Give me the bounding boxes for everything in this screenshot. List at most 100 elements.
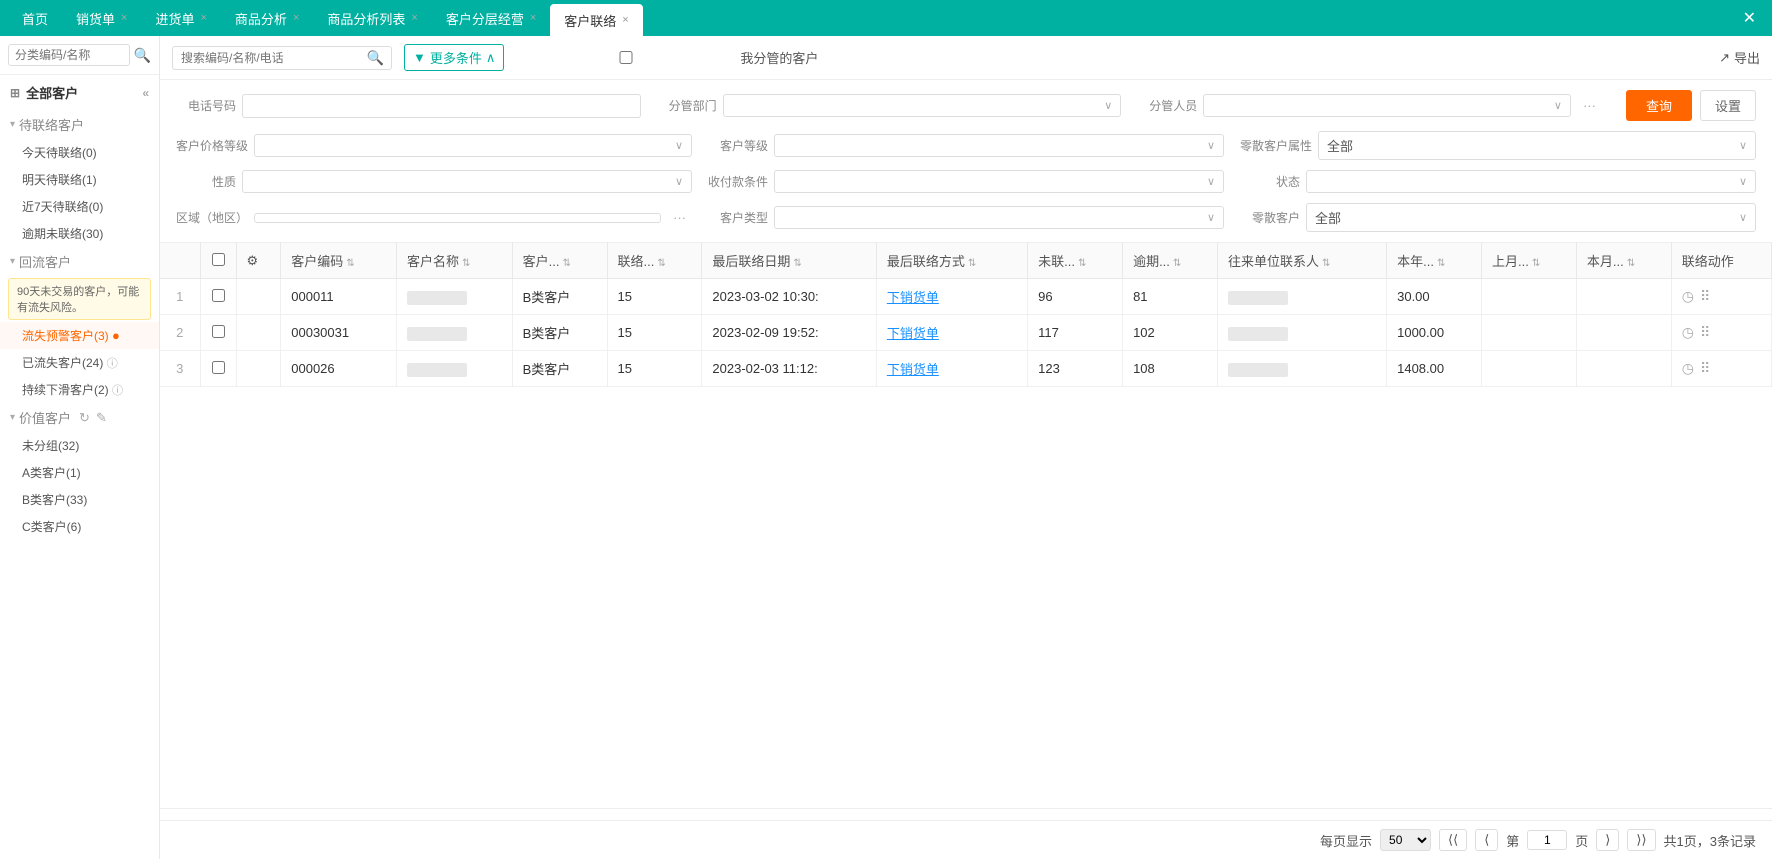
row-last-contact-method[interactable]: 下销货单 — [876, 315, 1027, 351]
my-customers-checkbox[interactable] — [516, 51, 736, 64]
col-last-contact-method[interactable]: 最后联络方式⇅ — [876, 243, 1027, 279]
page-number-input[interactable] — [1527, 830, 1567, 850]
more-conditions-button[interactable]: ▼ 更多条件 ∧ — [404, 44, 504, 71]
tab-sales[interactable]: 销货单 × — [62, 0, 141, 36]
next-page-button[interactable]: ⟩ — [1596, 829, 1619, 851]
col-action: 联络动作 — [1671, 243, 1771, 279]
sidebar-item-ungroup[interactable]: 未分组(32) — [0, 432, 159, 459]
tab-home[interactable]: 首页 — [8, 0, 62, 36]
search-icon[interactable]: 🔍 — [367, 49, 384, 66]
status-select[interactable]: ∨ — [1306, 170, 1756, 193]
zero-attr-select[interactable]: 全部 ∨ — [1318, 131, 1756, 160]
contact-icon[interactable]: ◷ — [1682, 360, 1694, 377]
tab-sales-close[interactable]: × — [121, 12, 127, 24]
prev-page-button[interactable]: ⟨ — [1475, 829, 1498, 851]
setting-button[interactable]: 设置 — [1700, 90, 1756, 121]
row-checkbox[interactable] — [212, 361, 225, 374]
contact-icon[interactable]: ◷ — [1682, 324, 1694, 341]
tab-customer-contact-close[interactable]: × — [622, 14, 628, 26]
col-this-year[interactable]: 本年...⇅ — [1387, 243, 1482, 279]
more-action-icon[interactable]: ⠿ — [1700, 360, 1710, 377]
sidebar-collapse-icon[interactable]: « — [142, 86, 149, 100]
region-select[interactable] — [254, 213, 661, 223]
settings-icon[interactable]: ⚙ — [247, 253, 259, 268]
tab-analysis-list-close[interactable]: × — [411, 12, 417, 24]
export-icon: ↗ — [1719, 50, 1730, 66]
sidebar-item-7days[interactable]: 近7天待联络(0) — [0, 193, 159, 220]
tab-analysis-list[interactable]: 商品分析列表 × — [313, 0, 431, 36]
row-action: ◷ ⠿ — [1671, 315, 1771, 351]
select-all-checkbox[interactable] — [212, 253, 225, 266]
last-page-button[interactable]: ⟩⟩ — [1627, 829, 1655, 851]
customer-type-select[interactable]: ∨ — [774, 206, 1224, 229]
page-size-select[interactable]: 50 100 200 — [1380, 829, 1431, 851]
col-this-month[interactable]: 本月...⇅ — [1576, 243, 1671, 279]
col-overdue[interactable]: 逾期...⇅ — [1123, 243, 1218, 279]
query-button[interactable]: 查询 — [1626, 90, 1692, 121]
tab-analysis-close[interactable]: × — [293, 12, 299, 24]
sidebar-root-label: 全部客户 — [26, 83, 78, 102]
tab-purchase-close[interactable]: × — [200, 12, 206, 24]
customer-level-arrow: ∨ — [1207, 139, 1215, 152]
nature-select[interactable]: ∨ — [242, 170, 692, 193]
horizontal-scrollbar[interactable] — [160, 808, 1772, 820]
customer-level-select[interactable]: ∨ — [774, 134, 1224, 157]
tab-customer-tier[interactable]: 客户分层经营 × — [432, 0, 550, 36]
col-settings[interactable]: ⚙ — [236, 243, 281, 279]
person-arrow-icon: ∨ — [1554, 99, 1562, 112]
export-button[interactable]: ↗ 导出 — [1719, 48, 1760, 67]
col-not-contact[interactable]: 未联...⇅ — [1028, 243, 1123, 279]
col-code[interactable]: 客户编码⇅ — [281, 243, 397, 279]
sidebar-item-a-class[interactable]: A类客户(1) — [0, 459, 159, 486]
sidebar-search-icon[interactable]: 🔍 — [134, 47, 151, 64]
sidebar-item-churn-warning[interactable]: 流失预警客户(3) ● — [0, 322, 159, 349]
dept-select[interactable]: ∨ — [723, 94, 1122, 117]
row-contact: 15 — [607, 279, 702, 315]
col-name[interactable]: 客户名称⇅ — [396, 243, 512, 279]
col-last-month[interactable]: 上月...⇅ — [1482, 243, 1577, 279]
tab-purchase[interactable]: 进货单 × — [141, 0, 220, 36]
person-more-icon[interactable]: ··· — [1577, 94, 1602, 117]
price-level-select[interactable]: ∨ — [254, 134, 692, 157]
phone-input[interactable] — [242, 94, 641, 118]
sidebar-item-today[interactable]: 今天待联络(0) — [0, 139, 159, 166]
first-page-button[interactable]: ⟨⟨ — [1439, 829, 1467, 851]
payment-select[interactable]: ∨ — [774, 170, 1224, 193]
window-close-button[interactable]: ✕ — [1735, 8, 1764, 28]
my-customers-checkbox-label[interactable]: 我分管的客户 — [516, 48, 818, 67]
more-action-icon[interactable]: ⠿ — [1700, 288, 1710, 305]
sidebar-item-b-class[interactable]: B类客户(33) — [0, 486, 159, 513]
zero-customer-select[interactable]: 全部 ∨ — [1306, 203, 1756, 232]
row-checkbox[interactable] — [212, 289, 225, 302]
row-checkbox-cell — [200, 315, 236, 351]
more-action-icon[interactable]: ⠿ — [1700, 324, 1710, 341]
price-level-arrow: ∨ — [675, 139, 683, 152]
sidebar-search-input[interactable] — [8, 44, 130, 66]
contact-icon[interactable]: ◷ — [1682, 288, 1694, 305]
col-contact[interactable]: 联络...⇅ — [607, 243, 702, 279]
region-more-icon[interactable]: ··· — [667, 206, 692, 229]
sidebar-item-churned[interactable]: 已流失客户(24) ⓘ — [0, 349, 159, 376]
sidebar-item-c-class[interactable]: C类客户(6) — [0, 513, 159, 540]
tab-customer-contact[interactable]: 客户联络 × — [550, 4, 642, 36]
sidebar-refresh-icon[interactable]: ↻ — [79, 410, 90, 426]
col-last-contact-date[interactable]: 最后联络日期⇅ — [702, 243, 876, 279]
person-select[interactable]: ∨ — [1203, 94, 1571, 117]
col-unit-contact[interactable]: 往来单位联系人⇅ — [1217, 243, 1386, 279]
row-checkbox[interactable] — [212, 325, 225, 338]
sidebar-section-pending[interactable]: 待联络客户 — [0, 110, 159, 139]
row-last-contact-method[interactable]: 下销货单 — [876, 279, 1027, 315]
sidebar-item-overdue[interactable]: 逾期未联络(30) — [0, 220, 159, 247]
sidebar-item-declining[interactable]: 持续下滑客户(2) ⓘ — [0, 376, 159, 403]
col-customer-type[interactable]: 客户...⇅ — [512, 243, 607, 279]
tab-analysis[interactable]: 商品分析 × — [221, 0, 313, 36]
row-last-contact-method[interactable]: 下销货单 — [876, 351, 1027, 387]
sidebar-item-tomorrow[interactable]: 明天待联络(1) — [0, 166, 159, 193]
sidebar-section-return[interactable]: 回流客户 — [0, 247, 159, 276]
tab-customer-tier-close[interactable]: × — [530, 12, 536, 24]
sidebar-edit-icon[interactable]: ✎ — [96, 410, 107, 426]
sidebar-root-group[interactable]: ⊞ 全部客户 « — [0, 75, 159, 110]
search-input[interactable] — [172, 46, 392, 70]
sidebar-section-value[interactable]: 价值客户 ↻ ✎ — [0, 403, 159, 432]
nature-arrow: ∨ — [675, 175, 683, 188]
